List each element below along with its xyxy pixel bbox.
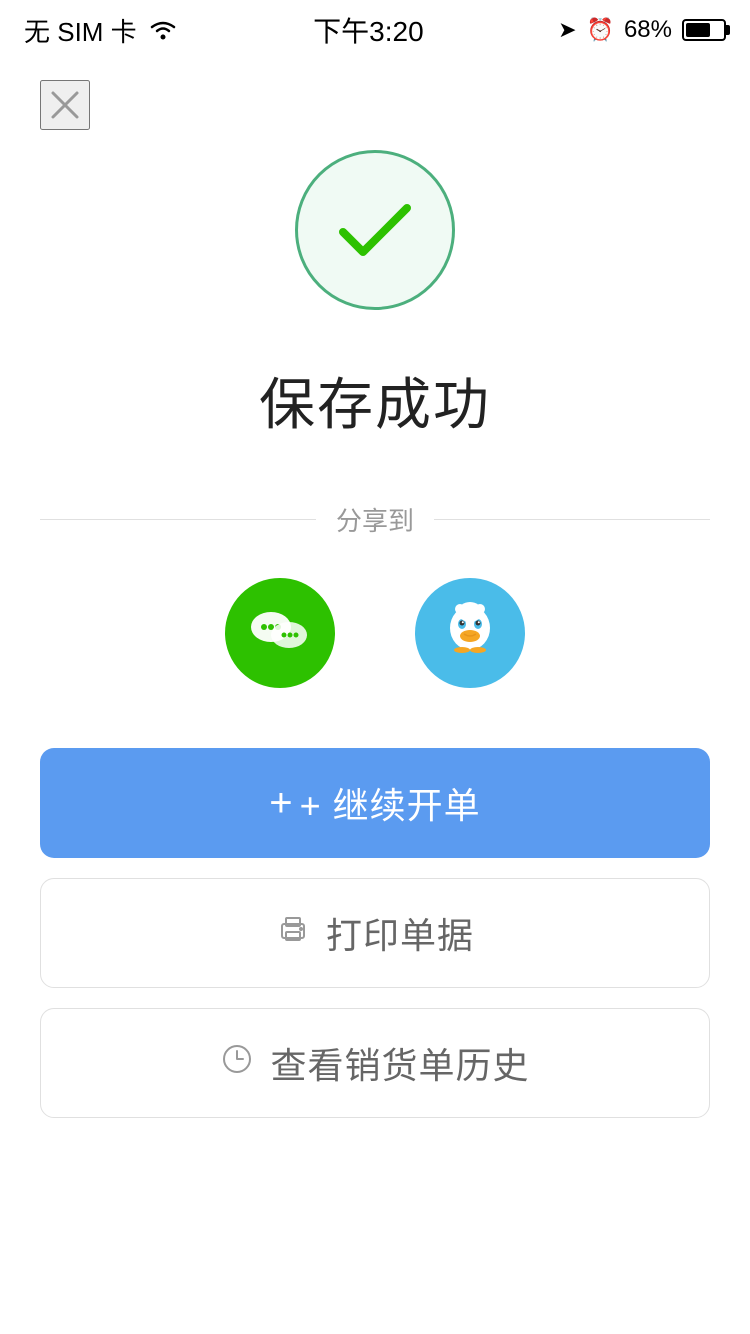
success-title: 保存成功 [259, 360, 491, 441]
checkmark-icon [335, 200, 415, 260]
print-button[interactable]: 打印单据 [40, 878, 710, 988]
status-left: 无 SIM 卡 [24, 12, 179, 49]
history-label: 查看销货单历史 [270, 1037, 529, 1089]
close-button[interactable] [40, 80, 90, 130]
status-right: ➤ ⏰ 68% [558, 16, 726, 44]
close-icon [49, 89, 81, 121]
status-time: 下午3:20 [313, 10, 424, 50]
success-circle [295, 150, 455, 310]
history-icon [220, 1042, 254, 1084]
divider-left [40, 519, 316, 520]
main-content: 保存成功 分享到 [0, 60, 750, 1158]
history-button[interactable]: 查看销货单历史 [40, 1008, 710, 1118]
share-wechat-button[interactable] [225, 578, 335, 688]
share-divider-row: 分享到 [40, 501, 710, 538]
print-icon [276, 912, 310, 954]
sim-status: 无 SIM 卡 [24, 12, 137, 49]
wifi-icon [147, 18, 179, 42]
status-bar: 无 SIM 卡 下午3:20 ➤ ⏰ 68% [0, 0, 750, 60]
location-icon: ➤ [558, 17, 576, 43]
divider-right [434, 519, 710, 520]
share-qq-button[interactable] [415, 578, 525, 688]
alarm-icon: ⏰ [587, 17, 614, 43]
plus-icon: + [269, 781, 293, 826]
continue-label: + 继续开单 [300, 777, 481, 829]
battery-icon [682, 19, 726, 41]
wechat-icon [247, 605, 313, 661]
share-label: 分享到 [316, 501, 434, 538]
action-buttons: + + 继续开单 打印单据 查看销货单历 [40, 748, 710, 1118]
share-section: 分享到 [40, 501, 710, 688]
qq-icon [440, 598, 500, 668]
battery-percent: 68% [624, 16, 672, 44]
print-label: 打印单据 [326, 907, 474, 959]
continue-button[interactable]: + + 继续开单 [40, 748, 710, 858]
share-icons-row [40, 578, 710, 688]
